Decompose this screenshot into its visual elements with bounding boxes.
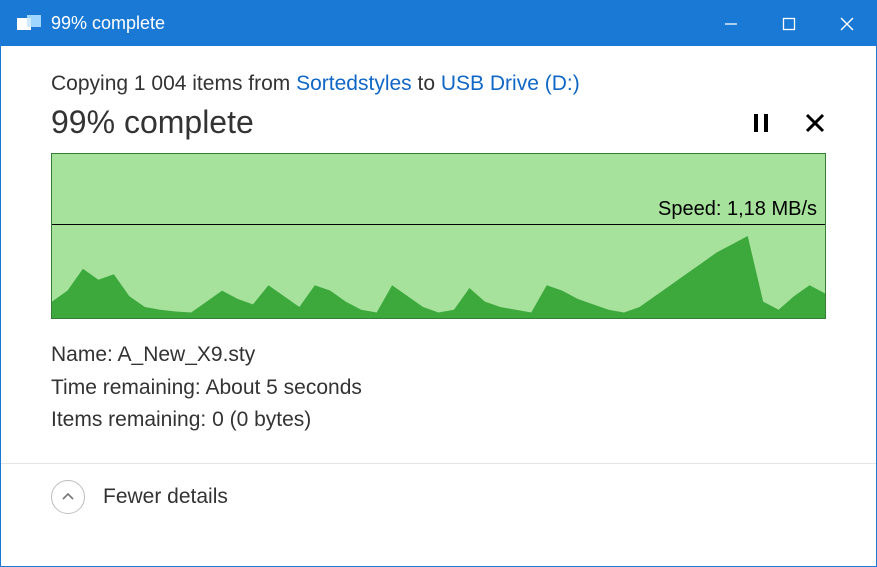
maximize-button[interactable] [760, 1, 818, 46]
speed-area-plot [52, 154, 825, 318]
pause-button[interactable] [752, 112, 770, 134]
close-button[interactable] [818, 1, 876, 46]
destination-link[interactable]: USB Drive (D:) [441, 72, 580, 95]
average-speed-line [52, 224, 825, 225]
source-link[interactable]: Sortedstyles [296, 72, 412, 95]
detail-time-value: About 5 seconds [205, 376, 361, 399]
progress-headline: 99% complete [51, 104, 254, 141]
chevron-up-icon [51, 480, 85, 514]
operation-summary: Copying 1 004 items from Sortedstyles to… [51, 72, 826, 96]
detail-items-row: Items remaining: 0 (0 bytes) [51, 404, 826, 437]
details-toggle-label: Fewer details [103, 485, 228, 509]
summary-mid: to [412, 72, 441, 95]
detail-time-row: Time remaining: About 5 seconds [51, 372, 826, 405]
detail-name-row: Name: A_New_X9.sty [51, 339, 826, 372]
details-toggle[interactable]: Fewer details [51, 464, 826, 532]
file-copy-dialog: 99% complete Copying 1 004 items from So… [0, 0, 877, 567]
details-block: Name: A_New_X9.sty Time remaining: About… [51, 339, 826, 437]
speed-chart: Speed: 1,18 MB/s [51, 153, 826, 319]
speed-label: Speed: 1,18 MB/s [658, 198, 817, 221]
dialog-content: Copying 1 004 items from Sortedstyles to… [1, 46, 876, 566]
cancel-button[interactable] [804, 112, 826, 134]
window-title: 99% complete [51, 13, 165, 34]
detail-items-label: Items remaining: [51, 408, 212, 431]
detail-time-label: Time remaining: [51, 376, 205, 399]
copy-progress-icon [17, 15, 41, 33]
detail-items-value: 0 (0 bytes) [212, 408, 311, 431]
titlebar: 99% complete [1, 1, 876, 46]
minimize-button[interactable] [702, 1, 760, 46]
summary-prefix: Copying 1 004 items from [51, 72, 296, 95]
detail-name-value: A_New_X9.sty [118, 343, 256, 366]
detail-name-label: Name: [51, 343, 118, 366]
